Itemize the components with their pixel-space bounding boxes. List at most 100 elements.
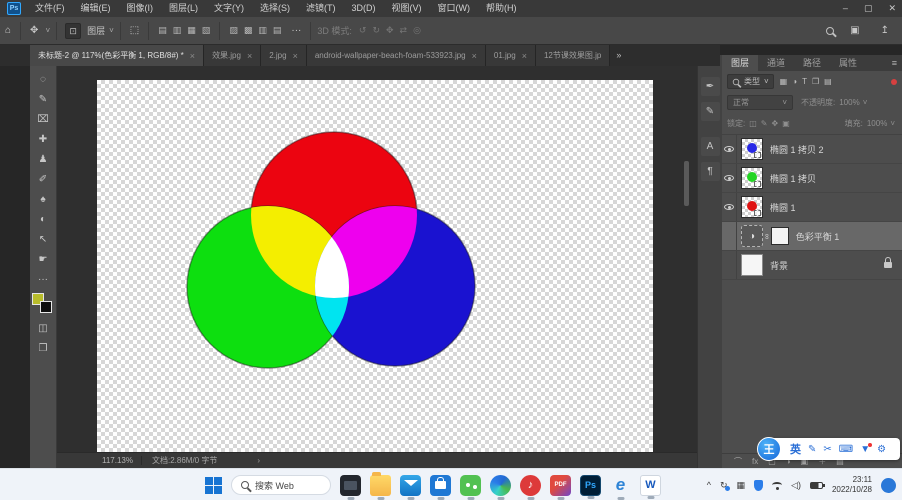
layer-row-ellipse1-copy2[interactable]: 椭圆 1 拷贝 2 [722,135,902,164]
layer-thumbnail[interactable] [741,138,763,160]
battery-icon[interactable] [809,481,825,489]
align-left-icon[interactable]: ▤ [158,25,167,36]
workspace-icon[interactable]: ▣ [850,25,859,36]
wifi-icon[interactable] [772,482,783,490]
lock-position-icon[interactable]: ✥ [772,119,779,128]
threed-rotate-icon[interactable]: ↺ [359,25,367,36]
align-center-icon[interactable]: ▥ [173,25,182,36]
menu-select[interactable]: 选择(S) [252,0,298,17]
close-icon[interactable]: × [472,51,477,61]
lock-all-icon[interactable]: ▣ [782,119,790,128]
pdf-reader-app-icon[interactable]: PDF [550,474,571,496]
tab-2-jpg[interactable]: 2.jpg × [261,45,307,66]
layer-row-background[interactable]: 背景 [722,251,902,280]
pen-icon[interactable]: ✎ [808,444,816,455]
taskbar-search-box[interactable]: 搜索 Web [231,475,331,495]
filter-adjustment-icon[interactable]: ◑ [792,77,797,86]
dodge-tool-icon[interactable]: ◐ [33,210,53,230]
grid-tray-icon[interactable]: ▦ [737,480,746,491]
menu-file[interactable]: 文件(F) [27,0,73,17]
menu-3d[interactable]: 3D(D) [344,0,384,17]
auto-select-toggle[interactable]: ⊡ [65,22,82,39]
screen-mode-icon[interactable]: ❐ [33,339,53,359]
layer-name[interactable]: 椭圆 1 拷贝 2 [770,143,824,156]
layer-row-ellipse1[interactable]: 椭圆 1 [722,193,902,222]
distribute-icon[interactable]: ▨ [229,25,238,36]
filter-toggle-light[interactable] [891,78,897,85]
layer-mask-thumbnail[interactable] [770,227,789,245]
microsoft-store-app-icon[interactable] [430,474,451,496]
close-icon[interactable]: × [522,51,527,61]
tab-layers[interactable]: 图层 [722,55,759,71]
tab-untitled-2[interactable]: 未标题-2 @ 117%(色彩平衡 1, RGB/8#) * × [30,45,205,66]
photoshop-app-icon[interactable]: Ps [580,474,601,496]
panel-menu-icon[interactable]: ≡ [892,55,902,71]
menu-window[interactable]: 窗口(W) [430,0,479,17]
status-expand-icon[interactable]: › [257,456,260,465]
tab-lesson12[interactable]: 12节课效果图.jp [535,45,611,66]
keyboard-icon[interactable]: ⌨ [839,444,853,455]
clone-stamp-tool-icon[interactable]: ♟ [33,150,53,170]
lasso-tool-icon[interactable]: ◌ [33,70,53,90]
tab-properties[interactable]: 属性 [830,55,866,71]
crop-tool-icon[interactable]: ⌧ [33,110,53,130]
brush-tool-icon[interactable]: ✎ [33,90,53,110]
taskbar-clock[interactable]: 23:11 2022/10/28 [832,475,872,495]
background-color-swatch[interactable] [40,301,52,313]
notification-badge[interactable] [881,477,896,493]
filter-type-dropdown[interactable]: 类型 ˅ [727,74,774,89]
layer-name[interactable]: 椭圆 1 拷贝 [770,172,816,185]
netease-music-app-icon[interactable]: ♪ [520,474,541,496]
path-select-tool-icon[interactable]: ↖ [33,230,53,250]
security-shield-icon[interactable] [754,479,764,491]
layer-name[interactable]: 椭圆 1 [770,201,796,214]
tab-paths[interactable]: 路径 [794,55,830,71]
quick-mask-icon[interactable]: ◫ [33,319,53,339]
threed-drag-icon[interactable]: ✥ [386,25,394,36]
visibility-cell[interactable] [722,135,737,163]
close-button[interactable]: ✕ [888,0,896,17]
layer-row-color-balance[interactable]: ◑ ∞ 色彩平衡 1 [722,222,902,251]
layer-style-icon[interactable]: fx [752,457,758,466]
chevron-down-icon[interactable]: ˅ [863,98,868,107]
healing-tool-icon[interactable]: ✚ [33,130,53,150]
background-thumbnail[interactable] [741,254,763,276]
ime-mode-toggle[interactable]: 英 [790,441,801,457]
minimize-button[interactable]: – [843,0,848,17]
maximize-button[interactable]: ▢ [864,0,873,17]
opacity-value[interactable]: 100% [839,98,859,107]
color-balance-adjustment-icon[interactable]: ◑ [741,225,763,247]
layer-row-ellipse1-copy[interactable]: 椭圆 1 拷贝 [722,164,902,193]
character-panel-icon[interactable]: A [700,137,720,156]
distribute-icon[interactable]: ▥ [258,25,267,36]
transform-controls-icon[interactable]: ⬚ [130,25,139,36]
close-icon[interactable]: × [247,51,252,61]
close-icon[interactable]: × [293,51,298,61]
chevron-down-icon[interactable]: ˅ [890,119,895,128]
edit-toolbar-icon[interactable]: ··· [33,270,53,290]
fill-value[interactable]: 100% [867,119,887,128]
filter-type-icon[interactable]: T [802,77,807,86]
chevron-down-icon[interactable]: ˅ [109,26,114,35]
document-canvas[interactable] [97,80,653,452]
threed-slide-icon[interactable]: ⇄ [400,25,408,36]
search-icon[interactable] [826,26,835,35]
menu-help[interactable]: 帮助(H) [478,0,525,17]
visibility-cell-empty[interactable] [722,251,737,279]
distribute-icon[interactable]: ▩ [244,25,253,36]
tab-overflow-icon[interactable]: » [616,45,621,66]
tab-01-jpg[interactable]: 01.jpg × [485,45,536,66]
blur-tool-icon[interactable]: ♠ [33,190,53,210]
paragraph-panel-icon[interactable]: ¶ [700,162,720,181]
share-icon[interactable]: ↥ [881,25,889,36]
more-options-icon[interactable]: ··· [291,25,301,36]
chevron-down-icon[interactable]: ˅ [45,26,50,35]
visibility-cell-empty[interactable] [722,222,737,250]
align-right-icon[interactable]: ▦ [187,25,196,36]
settings-gear-icon[interactable]: ⚙ [877,444,886,455]
hand-tool-icon[interactable]: ☛ [33,250,53,270]
edge-browser-app-icon[interactable] [490,474,511,496]
filter-smartobject-icon[interactable]: ▤ [824,77,832,86]
lock-pixels-icon[interactable]: ✎ [761,119,768,128]
sync-tray-icon[interactable]: ↻ [720,480,729,491]
